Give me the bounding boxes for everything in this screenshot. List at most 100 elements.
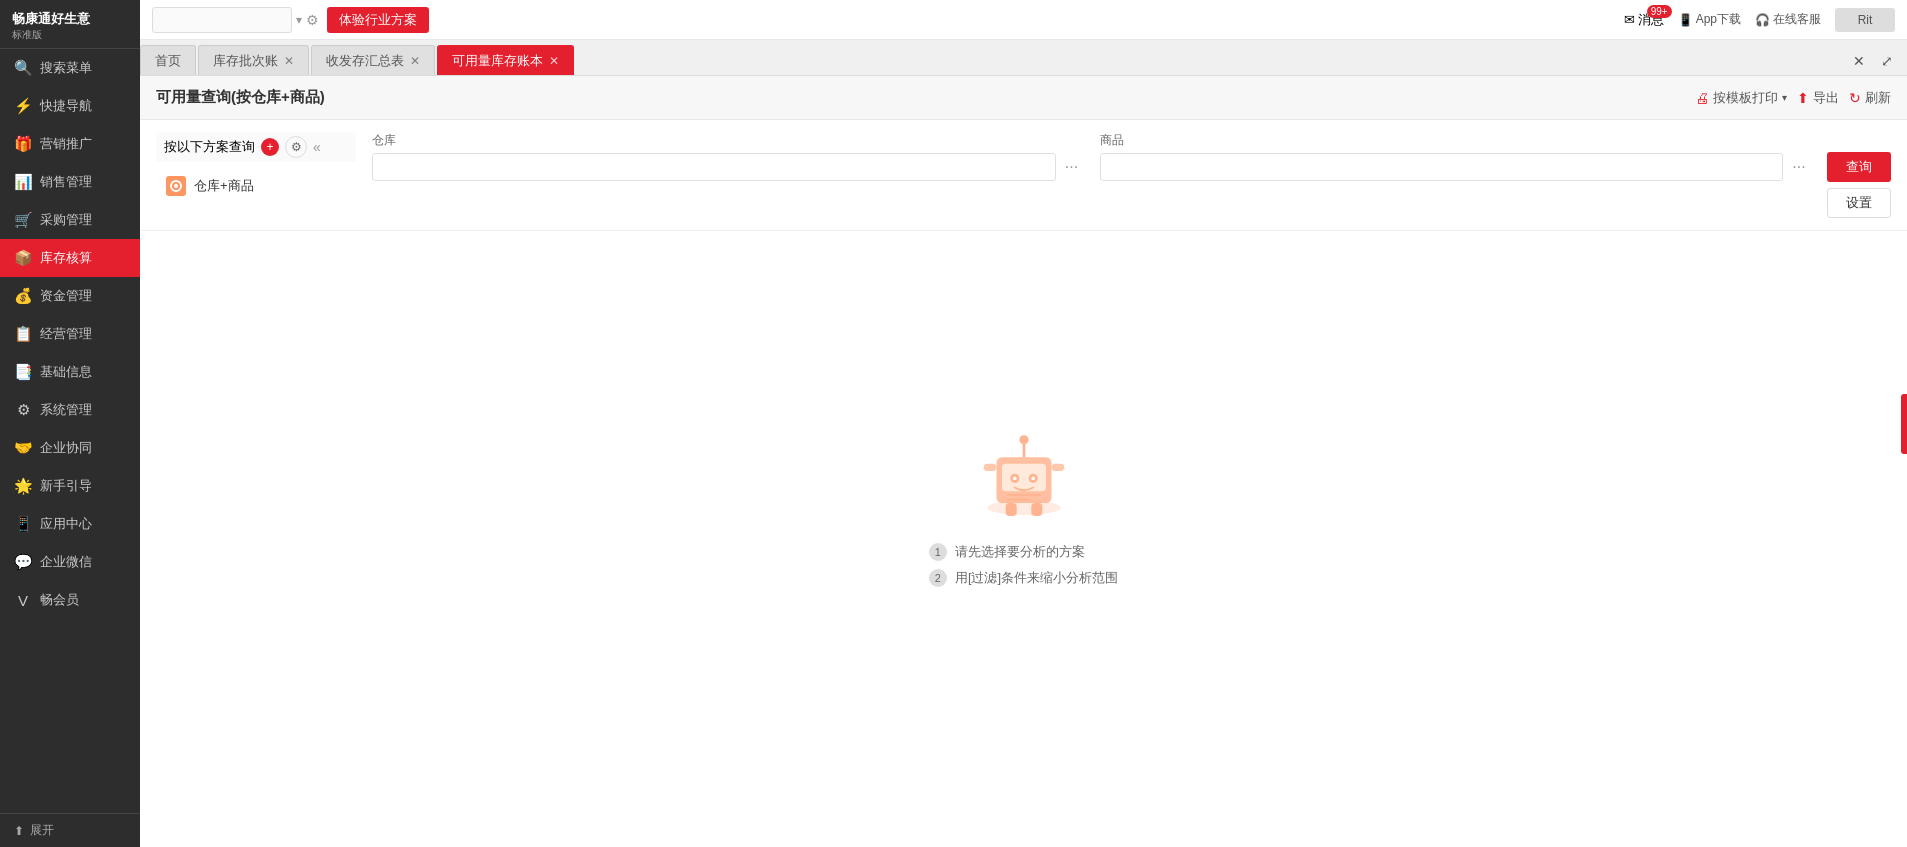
sidebar-item-basic[interactable]: 📑 基础信息 — [0, 353, 140, 391]
sidebar-item-membership[interactable]: V 畅会员 — [0, 581, 140, 619]
sidebar-item-search[interactable]: 🔍 搜索菜单 — [0, 49, 140, 87]
tab-expand-btn[interactable]: ⤢ — [1875, 49, 1899, 73]
logo-title: 畅康通好生意 — [12, 10, 128, 28]
filter-panel: 按以下方案查询 + ⚙ « 仓库+商品 仓 — [140, 120, 1907, 231]
goods-more-icon[interactable]: ··· — [1787, 155, 1811, 179]
svg-rect-14 — [1031, 503, 1042, 516]
tab-batch-account[interactable]: 库存批次账 ✕ — [198, 45, 309, 75]
warehouse-input[interactable] — [372, 153, 1056, 181]
star-icon: 🌟 — [14, 477, 32, 495]
scheme-item-label: 仓库+商品 — [194, 177, 254, 195]
warehouse-input-row: ··· — [372, 153, 1084, 181]
sidebar-item-label: 资金管理 — [40, 287, 92, 305]
tabs-actions: ✕ ⤢ — [1847, 49, 1907, 75]
export-btn[interactable]: ⬆ 导出 — [1797, 89, 1839, 107]
print-icon: 🖨 — [1695, 90, 1709, 106]
sidebar-item-label: 快捷导航 — [40, 97, 92, 115]
message-badge: 99+ — [1647, 5, 1672, 18]
sidebar-scroll: 🔍 搜索菜单 ⚡ 快捷导航 🎁 营销推广 📊 销售管理 🛒 采购管理 📦 库存核… — [0, 49, 140, 813]
topbar-message[interactable]: ✉ 消息 99+ — [1624, 11, 1664, 29]
empty-icon-wrapper — [964, 411, 1084, 531]
sidebar-item-label: 销售管理 — [40, 173, 92, 191]
sidebar-item-sales[interactable]: 📊 销售管理 — [0, 163, 140, 201]
sidebar-item-purchase[interactable]: 🛒 采购管理 — [0, 201, 140, 239]
app-label: App下载 — [1696, 11, 1741, 28]
filter-scheme-settings-icon[interactable]: ⚙ — [285, 136, 307, 158]
sidebar-bottom[interactable]: ⬆ 展开 — [0, 813, 140, 847]
topbar: ▾ ⚙ 体验行业方案 ✉ 消息 99+ 📱 App下载 🎧 在线客服 Rit — [140, 0, 1907, 40]
sidebar-item-app-center[interactable]: 📱 应用中心 — [0, 505, 140, 543]
query-button[interactable]: 查询 — [1827, 152, 1891, 182]
sidebar-item-inventory[interactable]: 📦 库存核算 — [0, 239, 140, 277]
tab-close-icon[interactable]: ✕ — [284, 54, 294, 68]
tab-available-stock[interactable]: 可用量库存账本 ✕ — [437, 45, 574, 75]
goods-input[interactable] — [1100, 153, 1784, 181]
search-icon: 🔍 — [14, 59, 32, 77]
sidebar-item-marketing[interactable]: 🎁 营销推广 — [0, 125, 140, 163]
hint-text-2: 用[过滤]条件来缩小分析范围 — [955, 569, 1118, 587]
page-header-actions: 🖨 按模板打印 ▾ ⬆ 导出 ↻ 刷新 — [1695, 89, 1891, 107]
sidebar-item-finance[interactable]: 💰 资金管理 — [0, 277, 140, 315]
doc-icon: 📑 — [14, 363, 32, 381]
filter-chevron-icon[interactable]: « — [313, 139, 321, 155]
trial-btn[interactable]: 体验行业方案 — [327, 7, 429, 33]
message-icon: ✉ — [1624, 12, 1635, 27]
hint-item-2: 2 用[过滤]条件来缩小分析范围 — [929, 569, 1118, 587]
service-icon: 🎧 — [1755, 13, 1770, 27]
topbar-user-avatar[interactable]: Rit — [1835, 8, 1895, 32]
page-content: 可用量查询(按仓库+商品) 🖨 按模板打印 ▾ ⬆ 导出 ↻ 刷新 — [140, 76, 1907, 847]
sidebar-item-label: 企业微信 — [40, 553, 92, 571]
export-icon: ⬆ — [1797, 90, 1809, 106]
tab-receipt-summary[interactable]: 收发存汇总表 ✕ — [311, 45, 435, 75]
sidebar-item-wechat[interactable]: 💬 企业微信 — [0, 543, 140, 581]
filter-scheme-item[interactable]: 仓库+商品 — [156, 170, 356, 202]
goods-input-row: ··· — [1100, 153, 1812, 181]
clipboard-icon: 📋 — [14, 325, 32, 343]
tab-home[interactable]: 首页 — [140, 45, 196, 75]
empty-state: 1 请先选择要分析的方案 2 用[过滤]条件来缩小分析范围 — [140, 231, 1907, 847]
topbar-search-area: ▾ ⚙ — [152, 7, 319, 33]
tab-close-icon[interactable]: ✕ — [410, 54, 420, 68]
gift-icon: 🎁 — [14, 135, 32, 153]
warehouse-more-icon[interactable]: ··· — [1060, 155, 1084, 179]
scheme-icon — [166, 176, 186, 196]
filter-left: 按以下方案查询 + ⚙ « 仓库+商品 — [156, 132, 356, 202]
filter-actions: 查询 设置 — [1827, 132, 1891, 218]
svg-rect-13 — [1005, 503, 1016, 516]
svg-point-7 — [1013, 477, 1017, 481]
topbar-right: ✉ 消息 99+ 📱 App下载 🎧 在线客服 Rit — [1624, 8, 1895, 32]
svg-rect-12 — [1051, 464, 1064, 471]
sidebar-item-label: 营销推广 — [40, 135, 92, 153]
print-btn[interactable]: 🖨 按模板打印 ▾ — [1695, 89, 1787, 107]
tab-close-btn[interactable]: ✕ — [1847, 49, 1871, 73]
topbar-search-input[interactable] — [152, 7, 292, 33]
sidebar-item-enterprise[interactable]: 🤝 企业协同 — [0, 429, 140, 467]
sidebar-item-newbie[interactable]: 🌟 新手引导 — [0, 467, 140, 505]
sidebar-item-label: 应用中心 — [40, 515, 92, 533]
tab-label: 首页 — [155, 52, 181, 70]
sidebar-item-label: 新手引导 — [40, 477, 92, 495]
sidebar-item-quick-nav[interactable]: ⚡ 快捷导航 — [0, 87, 140, 125]
topbar-gear-icon[interactable]: ⚙ — [306, 12, 319, 28]
print-chevron-icon: ▾ — [1782, 92, 1787, 103]
filter-add-icon[interactable]: + — [261, 138, 279, 156]
handshake-icon: 🤝 — [14, 439, 32, 457]
chart-icon: 📊 — [14, 173, 32, 191]
tab-close-icon[interactable]: ✕ — [549, 54, 559, 68]
topbar-chevron-icon[interactable]: ▾ — [296, 13, 302, 27]
sidebar-item-label: 企业协同 — [40, 439, 92, 457]
settings-button[interactable]: 设置 — [1827, 188, 1891, 218]
chat-icon: 💬 — [14, 553, 32, 571]
sidebar-item-operation[interactable]: 📋 经营管理 — [0, 315, 140, 353]
topbar-app-download[interactable]: 📱 App下载 — [1678, 11, 1741, 28]
hint-num-1: 1 — [929, 543, 947, 561]
sidebar-item-system[interactable]: ⚙ 系统管理 — [0, 391, 140, 429]
refresh-btn[interactable]: ↻ 刷新 — [1849, 89, 1891, 107]
gear-icon: ⚙ — [14, 401, 32, 419]
topbar-online-service[interactable]: 🎧 在线客服 — [1755, 11, 1821, 28]
expand-icon: ⬆ — [14, 824, 24, 838]
service-label: 在线客服 — [1773, 11, 1821, 28]
refresh-icon: ↻ — [1849, 90, 1861, 106]
warehouse-label: 仓库 — [372, 132, 1084, 149]
logo-sub: 标准版 — [12, 28, 128, 42]
